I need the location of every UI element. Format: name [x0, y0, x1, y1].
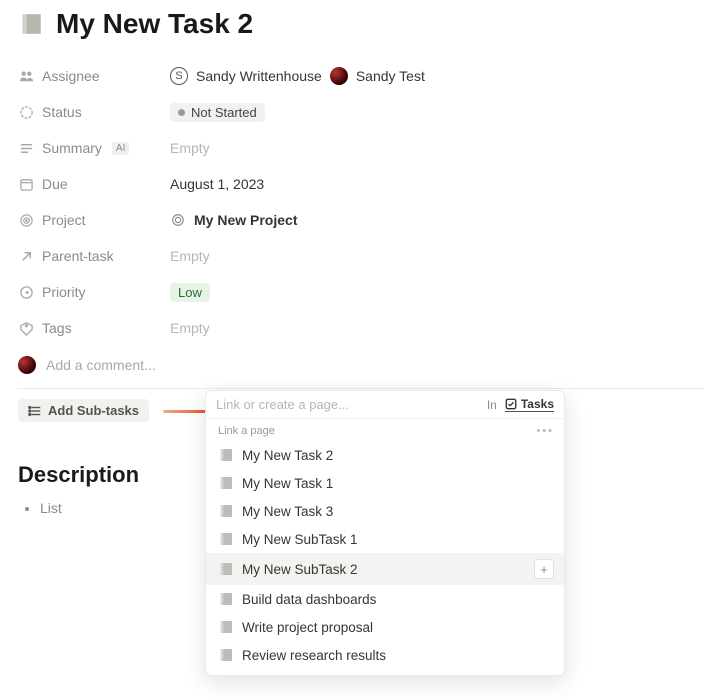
- prop-assignee-label[interactable]: Assignee: [18, 68, 170, 84]
- prop-parent-value[interactable]: Empty: [170, 248, 210, 264]
- link-page-item[interactable]: My New SubTask 2 +: [206, 553, 564, 585]
- link-page-popover: In Tasks Link a page ••• My New Task 2My…: [205, 390, 565, 676]
- comment-placeholder: Add a comment...: [46, 357, 156, 373]
- link-page-item[interactable]: My New Task 3: [206, 497, 564, 525]
- prop-due-value[interactable]: August 1, 2023: [170, 176, 264, 192]
- link-search-input[interactable]: [216, 397, 479, 412]
- page-icon: [18, 11, 44, 37]
- person-name: Sandy Writtenhouse: [196, 68, 322, 84]
- property-list: Assignee S Sandy Writtenhouse Sandy Test…: [18, 60, 703, 344]
- people-icon: [18, 68, 34, 84]
- page-icon: [218, 561, 234, 577]
- link-page-item[interactable]: Review research results: [206, 641, 564, 669]
- link-item-label: Write project proposal: [242, 620, 373, 635]
- arrow-up-right-icon: [18, 248, 34, 264]
- prop-tags-value[interactable]: Empty: [170, 320, 210, 336]
- avatar-initial: S: [170, 67, 188, 85]
- page-icon: [218, 503, 234, 519]
- select-icon: [18, 284, 34, 300]
- tag-icon: [18, 320, 34, 336]
- prop-summary-label[interactable]: Summary AI: [18, 140, 170, 156]
- prop-priority-value[interactable]: Low: [170, 283, 210, 302]
- list-icon: [28, 404, 42, 418]
- prop-due-label[interactable]: Due: [18, 176, 170, 192]
- prop-summary-value[interactable]: Empty: [170, 140, 210, 156]
- link-item-label: Review research results: [242, 648, 386, 663]
- more-icon[interactable]: •••: [536, 425, 554, 437]
- prop-parent-label[interactable]: Parent-task: [18, 248, 170, 264]
- comment-row[interactable]: Add a comment...: [18, 350, 703, 388]
- link-page-list: My New Task 2 My New Task 1 My New Task 3 M…: [206, 441, 564, 675]
- ai-badge: AI: [112, 142, 129, 155]
- link-item-label: Build data dashboards: [242, 592, 376, 607]
- prop-status-value[interactable]: Not Started: [170, 103, 265, 122]
- avatar: [18, 356, 36, 374]
- calendar-icon: [18, 176, 34, 192]
- target-icon: [18, 212, 34, 228]
- link-item-label: My New Task 2: [242, 448, 333, 463]
- page-icon: [218, 531, 234, 547]
- status-icon: [18, 104, 34, 120]
- status-dot: [178, 109, 185, 116]
- link-item-label: My New Task 3: [242, 504, 333, 519]
- page-title[interactable]: My New Task 2: [56, 8, 253, 40]
- person-name: Sandy Test: [356, 68, 425, 84]
- section-heading: Link a page: [218, 425, 275, 437]
- prop-project-label[interactable]: Project: [18, 212, 170, 228]
- avatar: [330, 67, 348, 85]
- prop-priority-label[interactable]: Priority: [18, 284, 170, 300]
- link-page-item[interactable]: Build data dashboards: [206, 585, 564, 613]
- page-icon: [218, 647, 234, 663]
- link-page-item[interactable]: My New Task 1: [206, 469, 564, 497]
- link-item-label: My New SubTask 1: [242, 532, 358, 547]
- plus-button[interactable]: +: [534, 559, 554, 579]
- prop-assignee-value[interactable]: S Sandy Writtenhouse Sandy Test: [170, 67, 425, 85]
- target-icon: [170, 212, 186, 228]
- page-icon: [218, 619, 234, 635]
- lines-icon: [18, 140, 34, 156]
- link-item-label: My New SubTask 2: [242, 562, 358, 577]
- in-label: In: [487, 398, 497, 412]
- prop-tags-label[interactable]: Tags: [18, 320, 170, 336]
- link-page-item[interactable]: My New SubTask 1: [206, 525, 564, 553]
- link-item-label: My New Task 1: [242, 476, 333, 491]
- prop-status-label[interactable]: Status: [18, 104, 170, 120]
- page-icon: [218, 591, 234, 607]
- prop-project-value[interactable]: My New Project: [170, 212, 297, 228]
- link-page-item[interactable]: My New Task 2: [206, 441, 564, 469]
- tasks-chip[interactable]: Tasks: [505, 397, 554, 412]
- page-icon: [218, 447, 234, 463]
- page-icon: [218, 475, 234, 491]
- link-page-item[interactable]: Write project proposal: [206, 613, 564, 641]
- add-subtasks-button[interactable]: Add Sub-tasks: [18, 399, 149, 422]
